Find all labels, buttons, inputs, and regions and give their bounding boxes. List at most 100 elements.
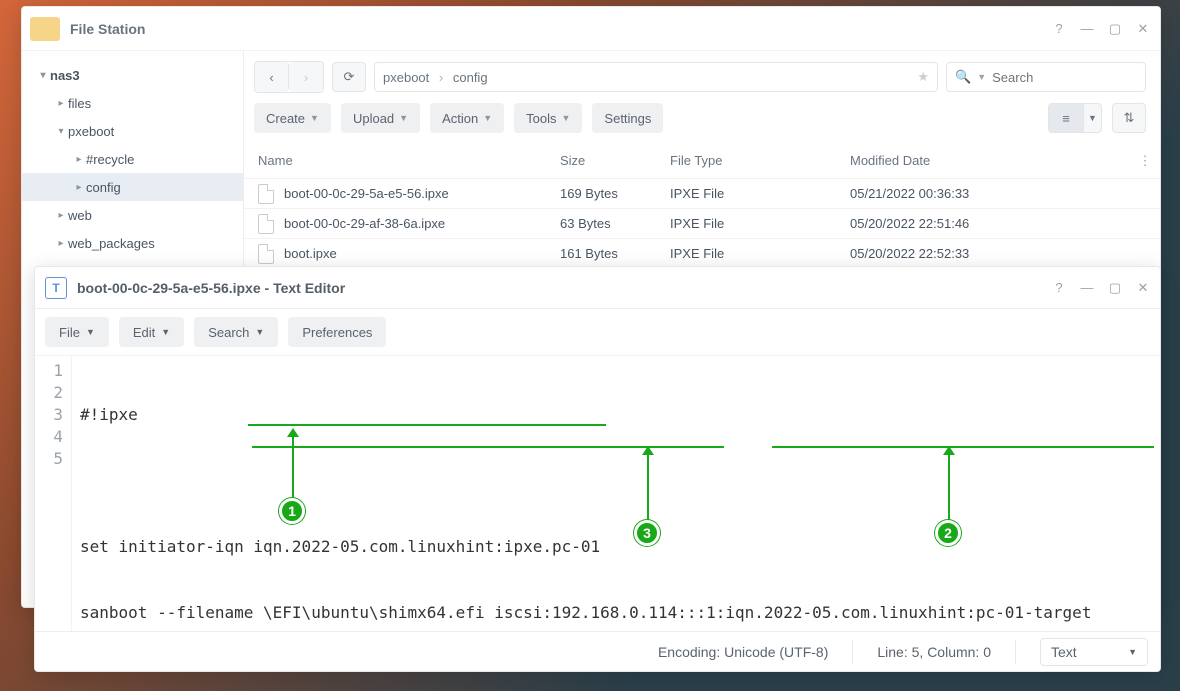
chevron-right-icon: ▸ [74, 182, 84, 193]
chevron-right-icon: ▸ [56, 238, 66, 249]
file-icon [258, 184, 274, 204]
minimize-icon[interactable]: — [1080, 280, 1094, 295]
search-box[interactable]: 🔍 ▼ [946, 62, 1146, 92]
chevron-right-icon: ▸ [56, 98, 66, 109]
annotation-underline [248, 424, 606, 426]
text-editor-menubar: File▼ Edit▼ Search▼ Preferences [35, 309, 1160, 356]
chevron-down-icon: ▼ [255, 327, 264, 337]
annotation-arrow [948, 452, 950, 520]
close-icon[interactable]: ✕ [1136, 280, 1150, 296]
divider [1015, 640, 1016, 664]
code-area[interactable]: #!ipxe set initiator-iqn iqn.2022-05.com… [72, 356, 1160, 631]
tools-button[interactable]: Tools▼ [514, 103, 582, 133]
annotation-marker-3: 3 [634, 520, 660, 546]
breadcrumb-part[interactable]: config [453, 70, 488, 85]
chevron-down-icon: ▼ [310, 113, 319, 123]
chevron-down-icon: ▼ [562, 113, 571, 123]
tree-item-web[interactable]: ▸ web [22, 201, 243, 229]
tree-root[interactable]: ▾ nas3 [22, 61, 243, 89]
annotation-marker-2: 2 [935, 520, 961, 546]
tree-item-recycle[interactable]: ▸ #recycle [22, 145, 243, 173]
file-station-titlebar: File Station ? — ▢ ✕ [22, 7, 1160, 51]
text-editor-window: T boot-00-0c-29-5a-e5-56.ipxe - Text Edi… [34, 266, 1161, 672]
table-row[interactable]: boot.ipxe 161 Bytes IPXE File 05/20/2022… [244, 239, 1160, 269]
sort-button[interactable]: ⇅ [1112, 103, 1146, 133]
upload-button[interactable]: Upload▼ [341, 103, 420, 133]
search-icon: 🔍 [955, 69, 971, 85]
breadcrumb[interactable]: pxeboot › config ★ [374, 62, 938, 92]
tree-item-files[interactable]: ▸ files [22, 89, 243, 117]
column-header-name[interactable]: Name [244, 153, 560, 168]
refresh-button[interactable]: ⟳ [332, 62, 366, 92]
chevron-right-icon: › [439, 70, 443, 85]
view-mode-toggle[interactable]: ≡ ▼ [1048, 103, 1102, 133]
chevron-down-icon[interactable]: ▼ [1083, 104, 1101, 132]
code-line: sanboot --filename \EFI\ubuntu\shimx64.e… [80, 602, 1160, 624]
help-icon[interactable]: ? [1052, 21, 1066, 36]
tree-item-config[interactable]: ▸ config [22, 173, 243, 201]
action-button[interactable]: Action▼ [430, 103, 504, 133]
edit-menu[interactable]: Edit▼ [119, 317, 184, 347]
divider [852, 640, 853, 664]
help-icon[interactable]: ? [1052, 280, 1066, 295]
arrow-head-icon [287, 428, 299, 437]
column-header-size[interactable]: Size [560, 153, 670, 168]
window-controls: ? — ▢ ✕ [1052, 280, 1150, 296]
status-position: Line: 5, Column: 0 [877, 644, 991, 660]
annotation-arrow [292, 434, 294, 498]
column-header-date[interactable]: Modified Date [850, 153, 1130, 168]
table-row[interactable]: boot-00-0c-29-5a-e5-56.ipxe 169 Bytes IP… [244, 179, 1160, 209]
preferences-menu[interactable]: Preferences [288, 317, 386, 347]
text-editor-titlebar: T boot-00-0c-29-5a-e5-56.ipxe - Text Edi… [35, 267, 1160, 309]
folder-icon [30, 17, 60, 41]
code-editor[interactable]: 12345 #!ipxe set initiator-iqn iqn.2022-… [35, 356, 1160, 631]
star-icon[interactable]: ★ [917, 69, 929, 85]
chevron-down-icon: ▾ [38, 70, 48, 81]
text-editor-title: boot-00-0c-29-5a-e5-56.ipxe - Text Edito… [77, 280, 345, 296]
tree-item-pxeboot[interactable]: ▾ pxeboot [22, 117, 243, 145]
search-input[interactable] [992, 70, 1137, 85]
annotation-marker-1: 1 [279, 498, 305, 524]
table-row[interactable]: boot-00-0c-29-af-38-6a.ipxe 63 Bytes IPX… [244, 209, 1160, 239]
file-icon [258, 244, 274, 264]
tree-item-web-packages[interactable]: ▸ web_packages [22, 229, 243, 257]
maximize-icon[interactable]: ▢ [1108, 280, 1122, 296]
breadcrumb-part[interactable]: pxeboot [383, 70, 429, 85]
chevron-down-icon: ▼ [483, 113, 492, 123]
chevron-down-icon: ▼ [161, 327, 170, 337]
list-view-icon[interactable]: ≡ [1049, 104, 1083, 132]
chevron-right-icon: ▸ [74, 154, 84, 165]
chevron-down-icon: ▼ [86, 327, 95, 337]
create-button[interactable]: Create▼ [254, 103, 331, 133]
chevron-down-icon: ▼ [399, 113, 408, 123]
window-title: File Station [70, 21, 145, 37]
close-icon[interactable]: ✕ [1136, 21, 1150, 37]
file-icon [258, 214, 274, 234]
chevron-down-icon[interactable]: ▼ [977, 72, 986, 82]
column-picker-icon[interactable]: ⋮ [1130, 153, 1160, 169]
status-encoding: Encoding: Unicode (UTF-8) [658, 644, 828, 660]
settings-button[interactable]: Settings [592, 103, 663, 133]
code-line: #!ipxe [80, 404, 1160, 426]
column-header-type[interactable]: File Type [670, 153, 850, 168]
nav-back-button[interactable]: ‹ [255, 62, 289, 92]
code-line: set initiator-iqn iqn.2022-05.com.linuxh… [80, 536, 1160, 558]
tree-root-label: nas3 [50, 68, 80, 83]
code-line [80, 470, 1160, 492]
arrow-head-icon [943, 446, 955, 455]
nav-forward-button[interactable]: › [289, 62, 323, 92]
line-gutter: 12345 [35, 356, 72, 631]
language-select[interactable]: Text ▼ [1040, 638, 1148, 666]
chevron-down-icon: ▼ [1128, 647, 1137, 657]
status-bar: Encoding: Unicode (UTF-8) Line: 5, Colum… [35, 631, 1160, 671]
chevron-down-icon: ▾ [56, 126, 66, 137]
maximize-icon[interactable]: ▢ [1108, 21, 1122, 37]
annotation-underline [772, 446, 1154, 448]
file-menu[interactable]: File▼ [45, 317, 109, 347]
minimize-icon[interactable]: — [1080, 21, 1094, 36]
search-menu[interactable]: Search▼ [194, 317, 278, 347]
text-editor-icon: T [45, 277, 67, 299]
window-controls: ? — ▢ ✕ [1052, 21, 1150, 37]
chevron-right-icon: ▸ [56, 210, 66, 221]
arrow-head-icon [642, 446, 654, 455]
